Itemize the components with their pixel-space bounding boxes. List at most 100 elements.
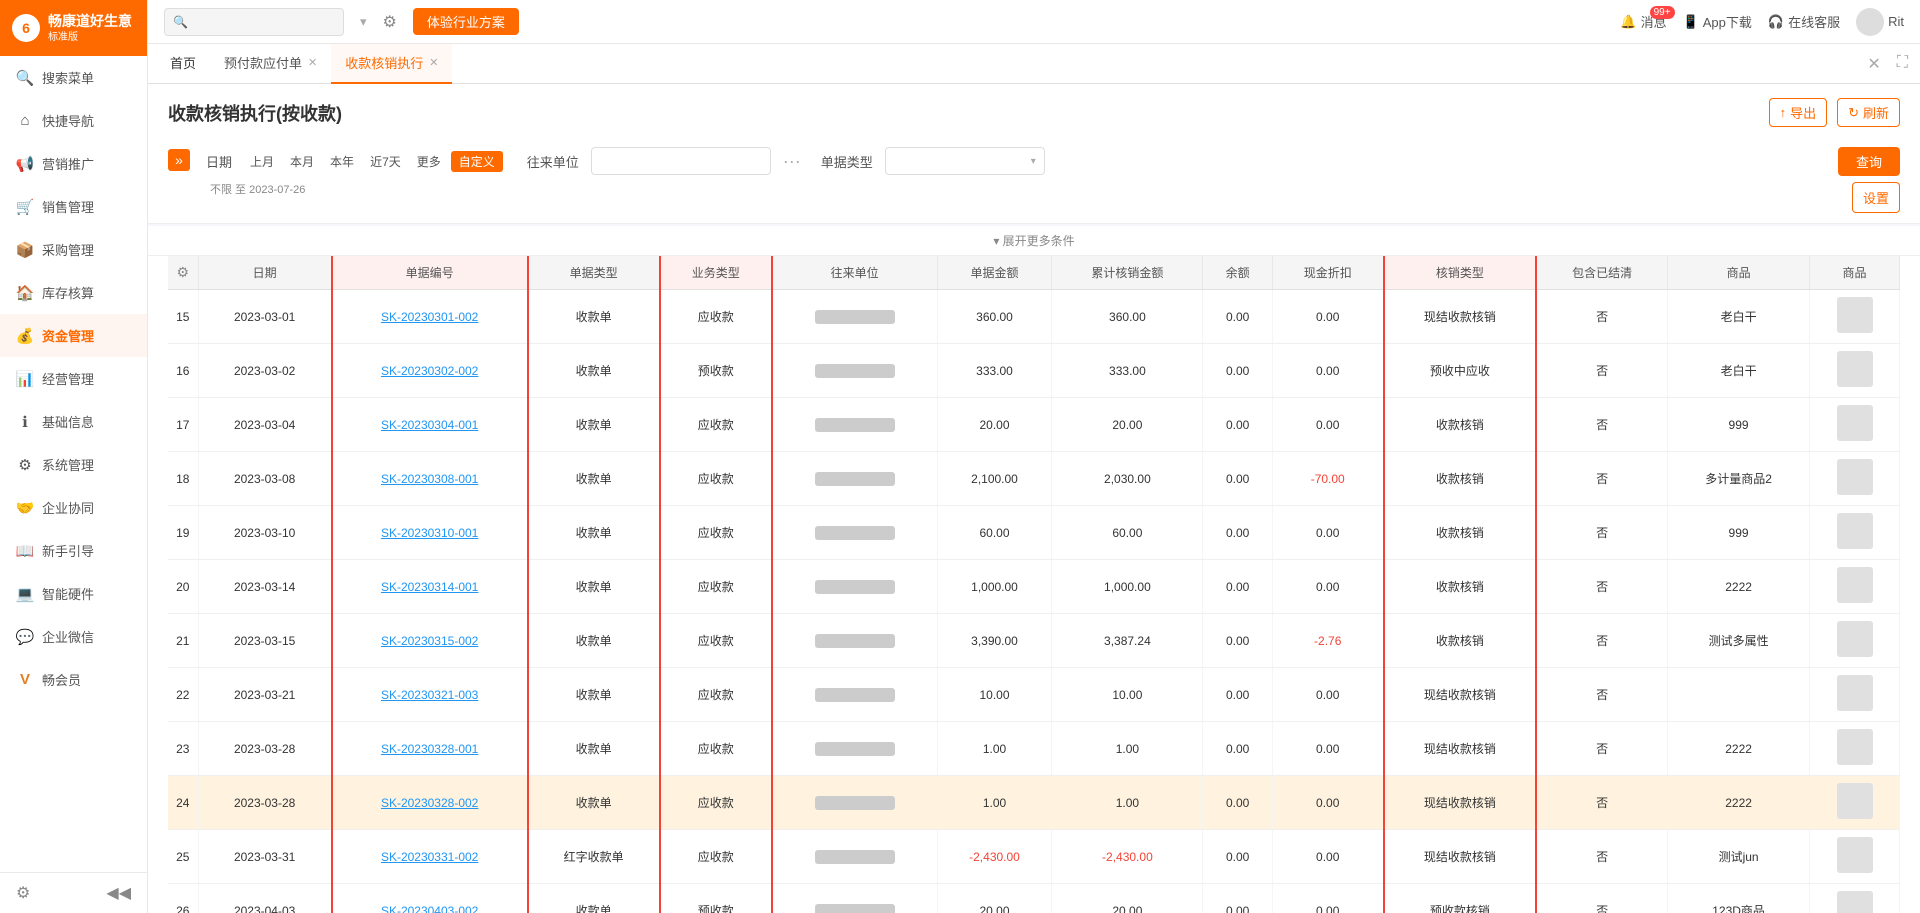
sidebar-item-purchase[interactable]: 📦 采购管理 bbox=[0, 228, 147, 271]
col-biz-type: 业务类型 bbox=[660, 256, 772, 290]
filter-bar: » 日期 上月 本月 本年 近7天 更多 自定义 往来单位 bbox=[148, 137, 1920, 224]
collapse-icon[interactable]: ◀◀ bbox=[106, 883, 131, 903]
date-this-year[interactable]: 本年 bbox=[324, 151, 360, 172]
avatar bbox=[1856, 8, 1884, 36]
tab-home[interactable]: 首页 bbox=[156, 44, 210, 84]
cell-balance: 0.00 bbox=[1203, 398, 1273, 452]
bill-no-link[interactable]: SK-20230314-001 bbox=[381, 580, 478, 594]
cell-bill-type: 收款单 bbox=[528, 290, 660, 344]
bill-no-link[interactable]: SK-20230308-001 bbox=[381, 472, 478, 486]
topbar-search[interactable]: 🔍 bbox=[164, 8, 344, 36]
cell-writeoff: 20.00 bbox=[1052, 398, 1203, 452]
bill-no-link[interactable]: SK-20230301-002 bbox=[381, 310, 478, 324]
sidebar-item-operation[interactable]: 📊 经营管理 bbox=[0, 357, 147, 400]
receipt-type-select[interactable]: ▾ bbox=[885, 147, 1045, 175]
cell-goods2 bbox=[1810, 560, 1900, 614]
cell-no: 17 bbox=[168, 398, 198, 452]
export-btn[interactable]: ↑ 导出 bbox=[1769, 98, 1828, 127]
receipt-type-label: 单据类型 bbox=[821, 152, 873, 171]
date-7days[interactable]: 近7天 bbox=[364, 151, 407, 172]
bill-no-link[interactable]: SK-20230304-001 bbox=[381, 418, 478, 432]
cell-balance: 0.00 bbox=[1203, 344, 1273, 398]
settings-filter-btn[interactable]: 设置 bbox=[1852, 182, 1900, 213]
date-last-month[interactable]: 上月 bbox=[244, 151, 280, 172]
cell-date: 2023-04-03 bbox=[198, 884, 332, 913]
user-avatar-area[interactable]: Rit bbox=[1856, 8, 1904, 36]
notification-btn[interactable]: 🔔 消息 99+ bbox=[1620, 12, 1666, 31]
cell-balance: 0.00 bbox=[1203, 560, 1273, 614]
sidebar-item-sales[interactable]: 🛒 销售管理 bbox=[0, 185, 147, 228]
cell-writeoff: -2,430.00 bbox=[1052, 830, 1203, 884]
bill-no-link[interactable]: SK-20230321-003 bbox=[381, 688, 478, 702]
bill-no-link[interactable]: SK-20230403-002 bbox=[381, 904, 478, 913]
app-download-btn[interactable]: 📱 App下载 bbox=[1683, 12, 1752, 31]
cell-writeoff-type: 预收中应收 bbox=[1384, 344, 1537, 398]
dropdown-arrow[interactable]: ▾ bbox=[360, 14, 367, 30]
sidebar-logo: 6 畅康道好生意 标准版 bbox=[0, 0, 147, 56]
filter-collapse-btn[interactable]: » bbox=[168, 149, 190, 171]
filter-dots[interactable]: ··· bbox=[783, 151, 801, 172]
cell-goods2 bbox=[1810, 506, 1900, 560]
tab-prepay[interactable]: 预付款应付单 ✕ bbox=[210, 44, 331, 84]
bill-no-link[interactable]: SK-20230310-001 bbox=[381, 526, 478, 540]
close-window-icon[interactable]: ✕ bbox=[1863, 50, 1884, 78]
bill-no-link[interactable]: SK-20230328-002 bbox=[381, 796, 478, 810]
bill-no-link[interactable]: SK-20230315-002 bbox=[381, 634, 478, 648]
solution-btn[interactable]: 体验行业方案 bbox=[413, 8, 519, 35]
cell-goods2 bbox=[1810, 452, 1900, 506]
date-label: 日期 bbox=[206, 152, 232, 171]
main-area: 🔍 ▾ ⚙ 体验行业方案 🔔 消息 99+ 📱 App下载 🎧 在线客服 Rit bbox=[148, 0, 1920, 913]
cell-goods1: 999 bbox=[1668, 506, 1810, 560]
online-service-btn[interactable]: 🎧 在线客服 bbox=[1768, 12, 1840, 31]
system-icon: ⚙ bbox=[16, 456, 34, 474]
tabs-bar: 首页 预付款应付单 ✕ 收款核销执行 ✕ ✕ ⛶ bbox=[148, 44, 1920, 84]
cell-no: 22 bbox=[168, 668, 198, 722]
table-row: 17 2023-03-04 SK-20230304-001 收款单 应收款 20… bbox=[168, 398, 1900, 452]
sidebar-item-system[interactable]: ⚙ 系统管理 bbox=[0, 443, 147, 486]
sidebar-item-search[interactable]: 🔍 搜索菜单 bbox=[0, 56, 147, 99]
sidebar-item-wechat[interactable]: 💬 企业微信 bbox=[0, 615, 147, 658]
cell-bill-no: SK-20230328-002 bbox=[332, 776, 528, 830]
query-btn[interactable]: 查询 bbox=[1838, 147, 1900, 176]
refresh-icon: ↻ bbox=[1848, 105, 1859, 121]
sidebar-item-hardware[interactable]: 💻 智能硬件 bbox=[0, 572, 147, 615]
date-more[interactable]: 更多 bbox=[411, 151, 447, 172]
sidebar-item-quick[interactable]: ⌂ 快捷导航 bbox=[0, 99, 147, 142]
table-wrap: ⚙ 日期 单据编号 单据类型 业务类型 往来单位 单据金额 累计核销金额 余额 … bbox=[168, 256, 1900, 913]
tab-receipts-label: 收款核销执行 bbox=[345, 53, 423, 72]
tab-receipts[interactable]: 收款核销执行 ✕ bbox=[331, 44, 452, 84]
expand-btn[interactable]: ▾ 展开更多条件 bbox=[993, 234, 1074, 248]
sidebar-item-base[interactable]: ℹ 基础信息 bbox=[0, 400, 147, 443]
bill-no-link[interactable]: SK-20230331-002 bbox=[381, 850, 478, 864]
cell-included: 否 bbox=[1536, 560, 1667, 614]
cell-bill-no: SK-20230314-001 bbox=[332, 560, 528, 614]
tab-receipts-close[interactable]: ✕ bbox=[429, 56, 438, 69]
cell-writeoff-type: 收款核销 bbox=[1384, 560, 1537, 614]
bill-no-link[interactable]: SK-20230302-002 bbox=[381, 364, 478, 378]
content-area: 收款核销执行(按收款) ↑ 导出 ↻ 刷新 » 日期 bbox=[148, 84, 1920, 913]
settings-bottom-icon[interactable]: ⚙ bbox=[16, 883, 30, 903]
cell-included: 否 bbox=[1536, 398, 1667, 452]
sidebar-item-member[interactable]: V 畅会员 bbox=[0, 658, 147, 701]
col-settings-icon[interactable]: ⚙ bbox=[176, 264, 189, 280]
expand-window-icon[interactable]: ⛶ bbox=[1893, 50, 1912, 78]
sidebar-label-operation: 经营管理 bbox=[42, 369, 94, 388]
unit-input[interactable] bbox=[591, 147, 771, 175]
refresh-btn[interactable]: ↻ 刷新 bbox=[1837, 98, 1900, 127]
sidebar-item-guide[interactable]: 📖 新手引导 bbox=[0, 529, 147, 572]
cell-amount: 333.00 bbox=[937, 344, 1052, 398]
bill-no-link[interactable]: SK-20230328-001 bbox=[381, 742, 478, 756]
sidebar-item-inventory[interactable]: 🏠 库存核算 bbox=[0, 271, 147, 314]
gear-icon[interactable]: ⚙ bbox=[383, 12, 397, 32]
username: Rit bbox=[1888, 14, 1904, 29]
col-bill-no: 单据编号 bbox=[332, 256, 528, 290]
date-custom[interactable]: 自定义 bbox=[451, 151, 503, 172]
sidebar-item-enterprise[interactable]: 🤝 企业协同 bbox=[0, 486, 147, 529]
tab-prepay-close[interactable]: ✕ bbox=[308, 56, 317, 69]
cell-goods2 bbox=[1810, 830, 1900, 884]
sidebar-item-marketing[interactable]: 📢 营销推广 bbox=[0, 142, 147, 185]
cell-included: 否 bbox=[1536, 506, 1667, 560]
date-this-month[interactable]: 本月 bbox=[284, 151, 320, 172]
sidebar-item-finance[interactable]: 💰 资金管理 bbox=[0, 314, 147, 357]
inventory-icon: 🏠 bbox=[16, 284, 34, 302]
